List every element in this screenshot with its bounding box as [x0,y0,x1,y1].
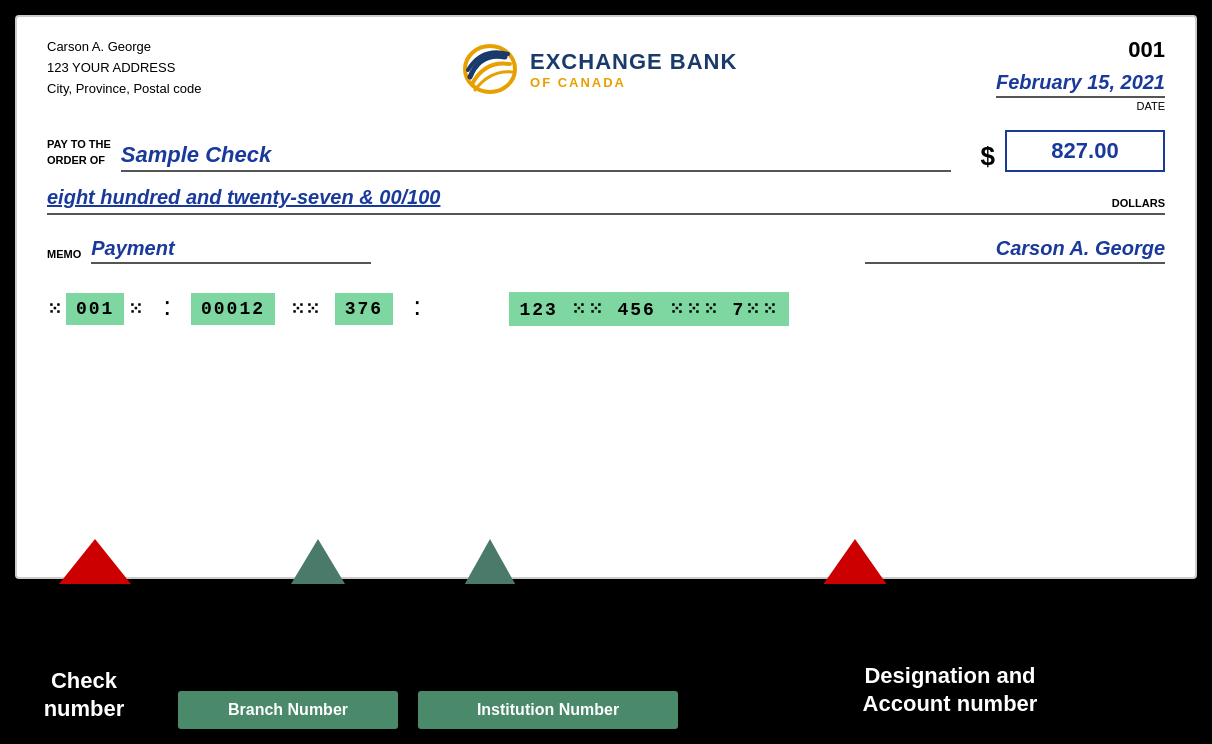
bank-name-line1: EXCHANGE BANK [530,49,737,75]
pay-to-label: PAY TO THE ORDER OF [47,137,111,168]
micr-section: ⁙ 001 ⁙ ⁚ 00012 ⁙⁙ 376 ⁚ 123 ⁙⁙ 456 ⁙⁙⁙ … [47,292,1165,326]
memo-section: MEMO Payment Carson A. George [47,237,1165,264]
bank-name-line2: OF CANADA [530,75,737,91]
designation-label: Designation and Account number [863,662,1038,729]
bank-name: EXCHANGE BANK OF CANADA [530,49,737,91]
pay-to-section: PAY TO THE ORDER OF Sample Check $ 827.0… [47,130,1165,172]
date-label: DATE [996,100,1165,112]
institution-number-badge: Institution Number [418,691,678,729]
check-number: 001 [996,37,1165,63]
bank-logo: EXCHANGE BANK OF CANADA [460,42,737,97]
branch-number-badge: Branch Number [178,691,398,729]
check-number-label-section: Check number [0,584,168,744]
amount-box: 827.00 [1005,130,1165,172]
micr-check-number: 001 [66,293,124,325]
memo-label: MEMO [47,248,81,260]
check-number-area: 001 February 15, 2021 DATE [996,37,1165,112]
designation-label-section: Designation and Account number [688,584,1212,744]
memo-value: Payment [91,237,371,264]
micr-transit-end: ⁙ [128,298,143,320]
date-area: February 15, 2021 DATE [996,71,1165,112]
date-value: February 15, 2021 [996,71,1165,98]
micr-branch: 00012 [191,293,275,325]
micr-institution: 376 [335,293,393,325]
address-line1: Carson A. George [47,37,201,58]
micr-transit-start: ⁙ [47,298,62,320]
written-amount: eight hundred and twenty-seven & 00/100 [47,186,440,209]
memo-left: MEMO Payment [47,237,371,264]
check-number-label: Check number [44,667,125,734]
check-document: Carson A. George 123 YOUR ADDRESS City, … [15,15,1197,579]
signature-area: Carson A. George [865,237,1165,264]
check-header: Carson A. George 123 YOUR ADDRESS City, … [47,37,1165,112]
check-address: Carson A. George 123 YOUR ADDRESS City, … [47,37,201,99]
pay-to-name: Sample Check [121,142,951,172]
dollar-sign: $ [981,141,995,172]
dollars-label: DOLLARS [1112,197,1165,209]
bottom-labels: Check number Branch Number Institution N… [0,584,1212,744]
micr-sep1: ⁚ [153,298,181,320]
micr-spacer2 [441,299,506,319]
micr-sep2: ⁚ [403,298,431,320]
institution-number-label-section: Institution Number [408,584,688,744]
micr-branch-sep: ⁙⁙ [279,298,331,320]
address-line2: 123 YOUR ADDRESS [47,58,201,79]
written-amount-section: eight hundred and twenty-seven & 00/100 … [47,186,1165,215]
address-line3: City, Province, Postal code [47,79,201,100]
micr-account: 123 ⁙⁙ 456 ⁙⁙⁙ 7⁙⁙ [509,292,789,326]
bank-logo-icon [460,42,520,97]
branch-number-label-section: Branch Number [168,584,408,744]
